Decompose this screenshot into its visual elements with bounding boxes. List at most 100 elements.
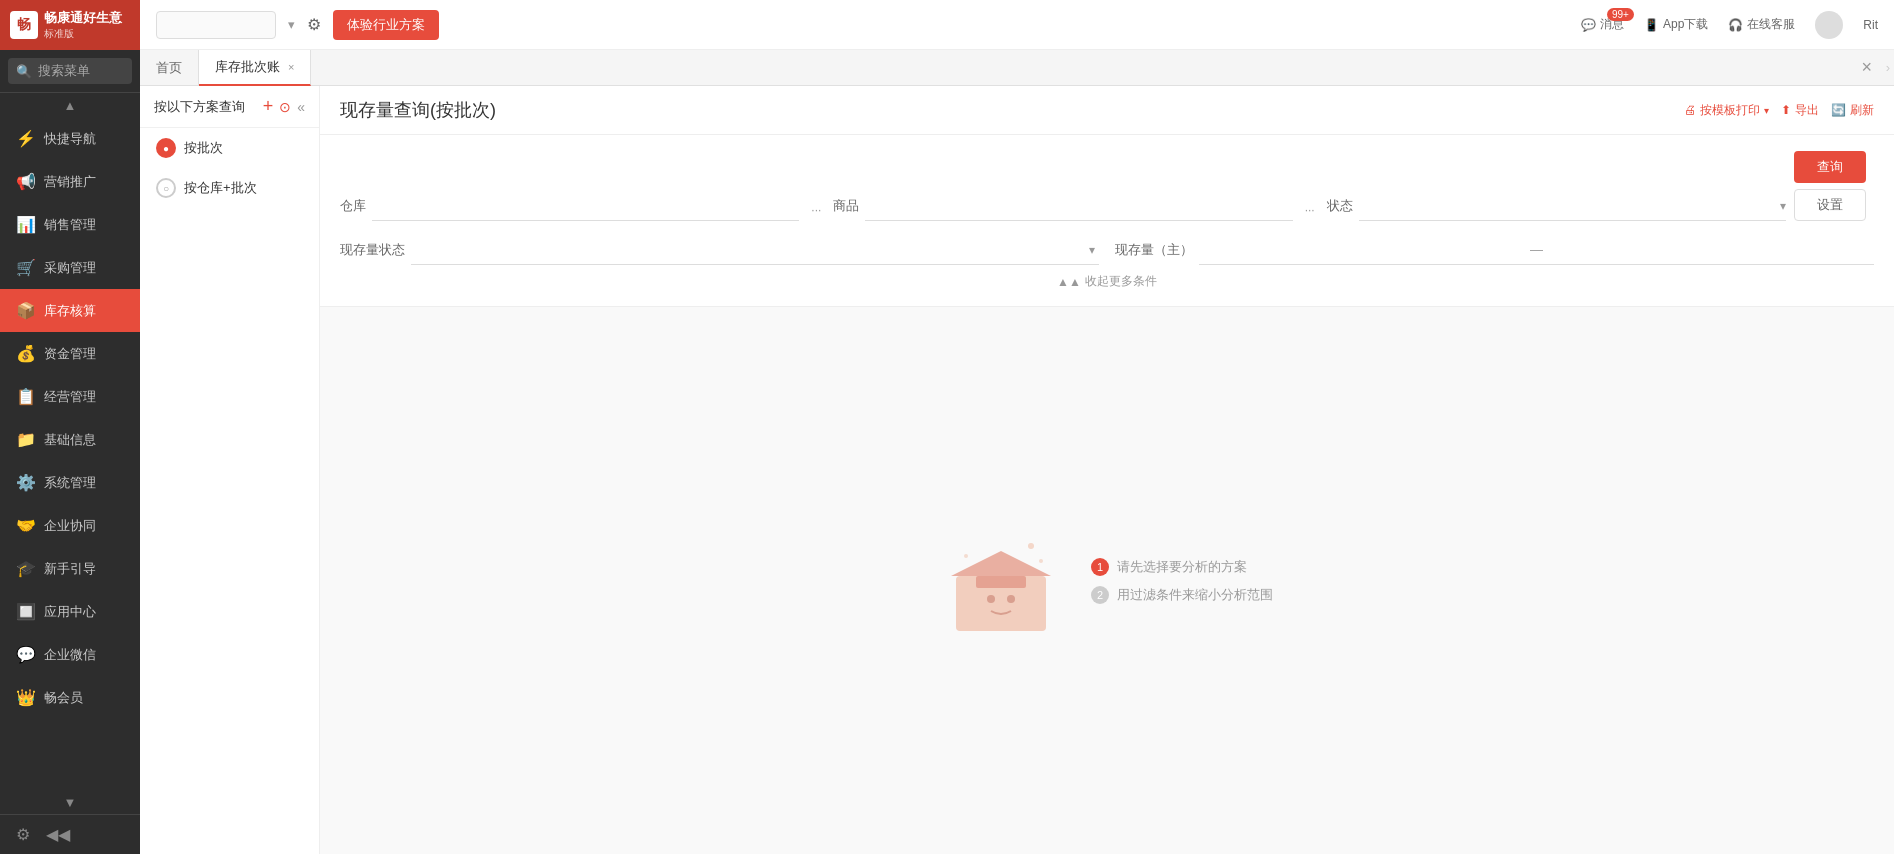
refresh-label: 刷新 xyxy=(1850,102,1874,119)
sidebar-header: 畅 畅康通好生意 标准版 xyxy=(0,0,140,50)
sidebar-search[interactable]: 🔍 搜索菜单 xyxy=(0,50,140,93)
app-subtitle: 标准版 xyxy=(44,27,122,40)
sidebar-item-inventory[interactable]: 📦 库存核算 xyxy=(0,289,140,332)
sidebar-item-system[interactable]: ⚙️ 系统管理 xyxy=(0,461,140,504)
sidebar-item-marketing[interactable]: 📢 营销推广 xyxy=(0,160,140,203)
schema-settings-icon[interactable]: ⊙ xyxy=(279,99,291,115)
tab-batch[interactable]: 库存批次账 × xyxy=(199,50,311,86)
sidebar-item-label: 基础信息 xyxy=(44,431,96,449)
settings-footer-icon[interactable]: ⚙ xyxy=(16,825,30,844)
left-panel-title: 按以下方案查询 xyxy=(154,98,245,116)
sidebar-item-basic[interactable]: 📁 基础信息 xyxy=(0,418,140,461)
newbie-icon: 🎓 xyxy=(16,559,36,578)
headset-icon: 🎧 xyxy=(1728,18,1743,32)
collapse-label: 收起更多条件 xyxy=(1085,273,1157,290)
panel-close-button[interactable]: × xyxy=(1852,53,1882,83)
sidebar-item-operation[interactable]: 📋 经营管理 xyxy=(0,375,140,418)
sidebar-item-label: 销售管理 xyxy=(44,216,96,234)
print-icon: 🖨 xyxy=(1684,103,1696,117)
filter-area: 仓库 ··· 商品 ··· 状态 ▾ xyxy=(320,135,1894,307)
content-area: 按以下方案查询 + ⊙ « ● 按批次 ○ 按仓库+批次 现存量查询(按批次) xyxy=(140,86,1894,854)
topbar: ▾ ⚙ 体验行业方案 💬 消息 99+ 📱 App下载 🎧 在线客服 Rit xyxy=(140,0,1894,50)
qty-dash: — xyxy=(1530,242,1543,257)
warehouse-more-btn[interactable]: ··· xyxy=(807,199,825,221)
sidebar-scroll-up[interactable]: ▲ xyxy=(0,93,140,117)
search-menu-bar[interactable]: 🔍 搜索菜单 xyxy=(8,58,132,84)
refresh-button[interactable]: 🔄 刷新 xyxy=(1831,102,1874,119)
sales-icon: 📊 xyxy=(16,215,36,234)
apps-icon: 🔲 xyxy=(16,602,36,621)
product-more-btn[interactable]: ··· xyxy=(1301,199,1319,221)
export-button[interactable]: ⬆ 导出 xyxy=(1781,102,1819,119)
print-button[interactable]: 🖨 按模板打印 ▾ xyxy=(1684,102,1769,119)
print-chevron-icon: ▾ xyxy=(1764,105,1769,116)
schema-item-warehouse-batch[interactable]: ○ 按仓库+批次 xyxy=(140,168,319,208)
sidebar-item-collab[interactable]: 🤝 企业协同 xyxy=(0,504,140,547)
svg-point-4 xyxy=(964,554,968,558)
product-filter: 商品 xyxy=(833,191,1292,221)
tip-num-2: 2 xyxy=(1091,586,1109,604)
sidebar-item-label: 库存核算 xyxy=(44,302,96,320)
tip-text-2: 用过滤条件来缩小分析范围 xyxy=(1117,586,1273,604)
message-badge: 99+ xyxy=(1607,8,1634,21)
industry-button[interactable]: 体验行业方案 xyxy=(333,10,439,40)
sidebar-scroll-down[interactable]: ▼ xyxy=(0,790,140,814)
sidebar-nav: ⚡ 快捷导航 📢 营销推广 📊 销售管理 🛒 采购管理 📦 库存核算 💰 资金管… xyxy=(0,117,140,790)
tip-num-1: 1 xyxy=(1091,558,1109,576)
sidebar-item-label: 采购管理 xyxy=(44,259,96,277)
svg-point-2 xyxy=(1028,543,1034,549)
sidebar-item-sales[interactable]: 📊 销售管理 xyxy=(0,203,140,246)
app-logo: 畅 xyxy=(10,11,38,39)
query-button[interactable]: 查询 xyxy=(1794,151,1866,183)
sidebar-item-label: 系统管理 xyxy=(44,474,96,492)
app-download-button[interactable]: 📱 App下载 xyxy=(1644,16,1708,33)
tab-home-label: 首页 xyxy=(156,59,182,77)
sidebar-item-finance[interactable]: 💰 资金管理 xyxy=(0,332,140,375)
empty-tip-1: 1 请先选择要分析的方案 xyxy=(1091,558,1273,576)
sidebar-item-purchase[interactable]: 🛒 采购管理 xyxy=(0,246,140,289)
quick-icon: ⚡ xyxy=(16,129,36,148)
topbar-chevron-icon[interactable]: ▾ xyxy=(288,17,295,32)
online-service-button[interactable]: 🎧 在线客服 xyxy=(1728,16,1795,33)
empty-state: 1 请先选择要分析的方案 2 用过滤条件来缩小分析范围 xyxy=(320,307,1894,854)
sidebar-item-label: 企业协同 xyxy=(44,517,96,535)
stock-status-label: 现存量状态 xyxy=(340,241,405,259)
topbar-gear-icon[interactable]: ⚙ xyxy=(307,15,321,34)
page-header: 现存量查询(按批次) 🖨 按模板打印 ▾ ⬆ 导出 🔄 刷新 xyxy=(320,86,1894,135)
collapse-up-icon: ▲▲ xyxy=(1057,275,1081,289)
tab-bar: 首页 库存批次账 × × › xyxy=(140,50,1894,86)
user-avatar[interactable] xyxy=(1815,11,1843,39)
sidebar-item-apps[interactable]: 🔲 应用中心 xyxy=(0,590,140,633)
message-button[interactable]: 💬 消息 99+ xyxy=(1581,16,1624,33)
finance-icon: 💰 xyxy=(16,344,36,363)
tab-close-icon[interactable]: × xyxy=(288,61,294,73)
main-area: ▾ ⚙ 体验行业方案 💬 消息 99+ 📱 App下载 🎧 在线客服 Rit 首… xyxy=(140,0,1894,854)
print-label: 按模板打印 xyxy=(1700,102,1760,119)
collapse-filter-button[interactable]: ▲▲ 收起更多条件 xyxy=(340,273,1874,290)
sidebar-item-member[interactable]: 👑 畅会员 xyxy=(0,676,140,719)
collapse-left-icon[interactable]: « xyxy=(297,99,305,115)
sidebar-item-label: 营销推广 xyxy=(44,173,96,191)
empty-illustration xyxy=(941,521,1061,641)
warehouse-label: 仓库 xyxy=(340,197,366,215)
set-button[interactable]: 设置 xyxy=(1794,189,1866,221)
app-label: App下载 xyxy=(1663,16,1708,33)
sidebar-item-wechat[interactable]: 💬 企业微信 xyxy=(0,633,140,676)
export-icon: ⬆ xyxy=(1781,103,1791,117)
collab-icon: 🤝 xyxy=(16,516,36,535)
warehouse-filter: 仓库 xyxy=(340,191,799,221)
wechat-icon: 💬 xyxy=(16,645,36,664)
system-icon: ⚙️ xyxy=(16,473,36,492)
tab-home[interactable]: 首页 xyxy=(140,50,199,86)
svg-point-6 xyxy=(1007,595,1015,603)
schema-item-batch[interactable]: ● 按批次 xyxy=(140,128,319,168)
sidebar-item-newbie[interactable]: 🎓 新手引导 xyxy=(0,547,140,590)
add-schema-icon[interactable]: + xyxy=(263,96,274,117)
schema-batch-label: 按批次 xyxy=(184,139,223,157)
panel-arrow-icon[interactable]: › xyxy=(1882,60,1894,75)
status-label: 状态 xyxy=(1327,197,1353,215)
topbar-search-input[interactable] xyxy=(156,11,276,39)
collapse-sidebar-icon[interactable]: ◀◀ xyxy=(46,825,70,844)
empty-svg xyxy=(941,521,1061,641)
sidebar-item-quick[interactable]: ⚡ 快捷导航 xyxy=(0,117,140,160)
